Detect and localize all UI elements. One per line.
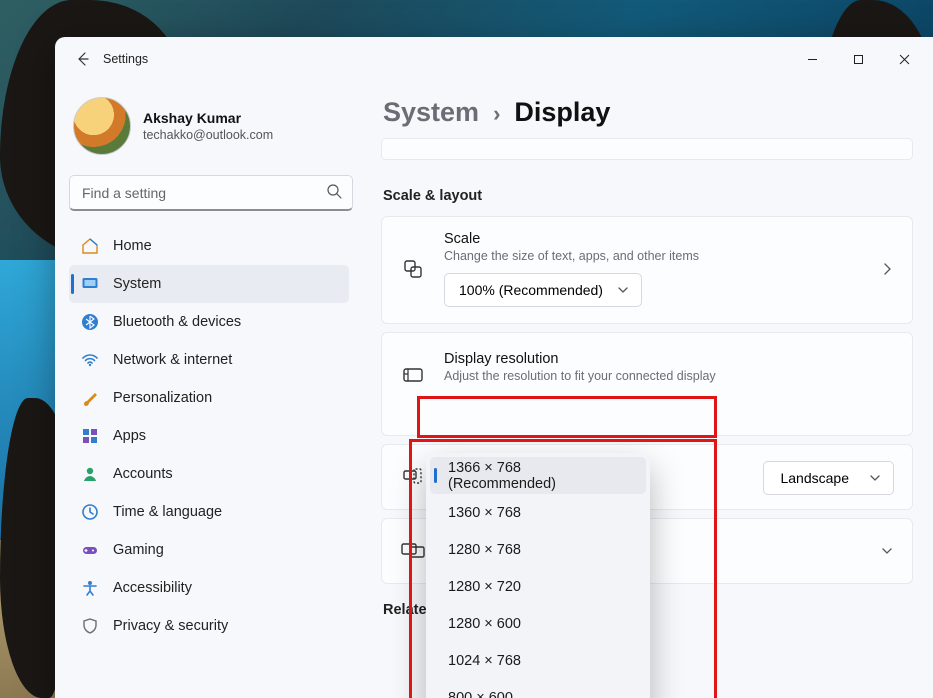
chevron-right-icon: › (493, 101, 500, 127)
person-icon (81, 465, 99, 483)
sidebar-item-label: Network & internet (113, 352, 232, 368)
close-button[interactable] (881, 37, 927, 81)
orientation-select[interactable]: Landscape (763, 461, 894, 495)
resolution-option[interactable]: 800 × 600 (430, 679, 646, 698)
sidebar-item-network[interactable]: Network & internet (69, 341, 349, 379)
close-icon (899, 54, 910, 65)
home-icon (81, 237, 99, 255)
card-placeholder (381, 138, 913, 160)
sidebar-item-accessibility[interactable]: Accessibility (69, 569, 349, 607)
scale-select[interactable]: 100% (Recommended) (444, 273, 642, 307)
resolution-icon (400, 365, 426, 387)
brush-icon (81, 389, 99, 407)
back-button[interactable] (69, 51, 97, 67)
avatar (73, 97, 131, 155)
chevron-down-icon (869, 472, 881, 484)
resolution-option[interactable]: 1280 × 768 (430, 531, 646, 568)
content-panel: System › Display Scale & layout Scale Ch (367, 81, 933, 698)
sidebar-item-label: Apps (113, 428, 146, 444)
sidebar-item-label: Gaming (113, 542, 164, 558)
profile-email: techakko@outlook.com (143, 128, 273, 142)
sidebar-item-label: Time & language (113, 504, 222, 520)
page-title: Display (514, 97, 610, 128)
resolution-option[interactable]: 1280 × 720 (430, 568, 646, 605)
sidebar-item-apps[interactable]: Apps (69, 417, 349, 455)
titlebar: Settings (55, 37, 933, 81)
sidebar-item-label: Accounts (113, 466, 173, 482)
sidebar-item-label: System (113, 276, 161, 292)
sidebar-item-label: Privacy & security (113, 618, 228, 634)
desktop-wallpaper: Settings Akshay Kumar techakko@outlook.c… (0, 0, 933, 698)
section-title-scale-layout: Scale & layout (383, 188, 913, 204)
sidebar-item-label: Bluetooth & devices (113, 314, 241, 330)
resolution-option[interactable]: 1024 × 768 (430, 642, 646, 679)
orientation-icon (400, 466, 426, 488)
maximize-icon (853, 54, 864, 65)
profile-name: Akshay Kumar (143, 110, 273, 126)
card-scale[interactable]: Scale Change the size of text, apps, and… (381, 216, 913, 324)
resolution-option[interactable]: 1366 × 768 (Recommended) (430, 457, 646, 494)
resolution-dropdown[interactable]: 1366 × 768 (Recommended) 1360 × 768 1280… (426, 453, 650, 698)
minimize-button[interactable] (789, 37, 835, 81)
sidebar-item-label: Personalization (113, 390, 212, 406)
chevron-down-icon (880, 544, 894, 558)
sidebar-item-home[interactable]: Home (69, 227, 349, 265)
apps-icon (81, 427, 99, 445)
sidebar: Akshay Kumar techakko@outlook.com Home (55, 81, 367, 698)
maximize-button[interactable] (835, 37, 881, 81)
sidebar-item-privacy[interactable]: Privacy & security (69, 607, 349, 645)
minimize-icon (807, 54, 818, 65)
chevron-right-icon (880, 262, 894, 276)
nav-list: Home System Bluetooth & devices Network … (69, 227, 353, 698)
bluetooth-icon (81, 313, 99, 331)
sidebar-item-time-language[interactable]: Time & language (69, 493, 349, 531)
wifi-icon (81, 351, 99, 369)
search-input[interactable] (69, 175, 353, 211)
accessibility-icon (81, 579, 99, 597)
sidebar-item-bluetooth[interactable]: Bluetooth & devices (69, 303, 349, 341)
breadcrumb-parent[interactable]: System (383, 97, 479, 128)
profile-block[interactable]: Akshay Kumar techakko@outlook.com (69, 81, 353, 173)
breadcrumb: System › Display (381, 95, 913, 138)
shield-icon (81, 617, 99, 635)
scale-icon (400, 258, 426, 280)
settings-window: Settings Akshay Kumar techakko@outlook.c… (55, 37, 933, 698)
resolution-option[interactable]: 1280 × 600 (430, 605, 646, 642)
card-subtitle: Adjust the resolution to fit your connec… (444, 369, 894, 383)
sidebar-item-gaming[interactable]: Gaming (69, 531, 349, 569)
card-subtitle: Change the size of text, apps, and other… (444, 249, 862, 263)
sidebar-item-system[interactable]: System (69, 265, 349, 303)
sidebar-item-accounts[interactable]: Accounts (69, 455, 349, 493)
arrow-left-icon (75, 51, 91, 67)
card-title: Display resolution (444, 351, 894, 367)
system-icon (81, 275, 99, 293)
multiple-displays-icon (400, 541, 426, 561)
card-title: Scale (444, 231, 862, 247)
sidebar-item-personalization[interactable]: Personalization (69, 379, 349, 417)
sidebar-item-label: Home (113, 238, 152, 254)
gamepad-icon (81, 541, 99, 559)
sidebar-item-label: Accessibility (113, 580, 192, 596)
resolution-option[interactable]: 1360 × 768 (430, 494, 646, 531)
scale-select-value: 100% (Recommended) (459, 282, 603, 298)
chevron-down-icon (617, 284, 629, 296)
window-title: Settings (103, 52, 148, 66)
orientation-select-value: Landscape (780, 470, 849, 486)
card-display-resolution[interactable]: Display resolution Adjust the resolution… (381, 332, 913, 436)
search-icon (326, 183, 343, 200)
clock-icon (81, 503, 99, 521)
